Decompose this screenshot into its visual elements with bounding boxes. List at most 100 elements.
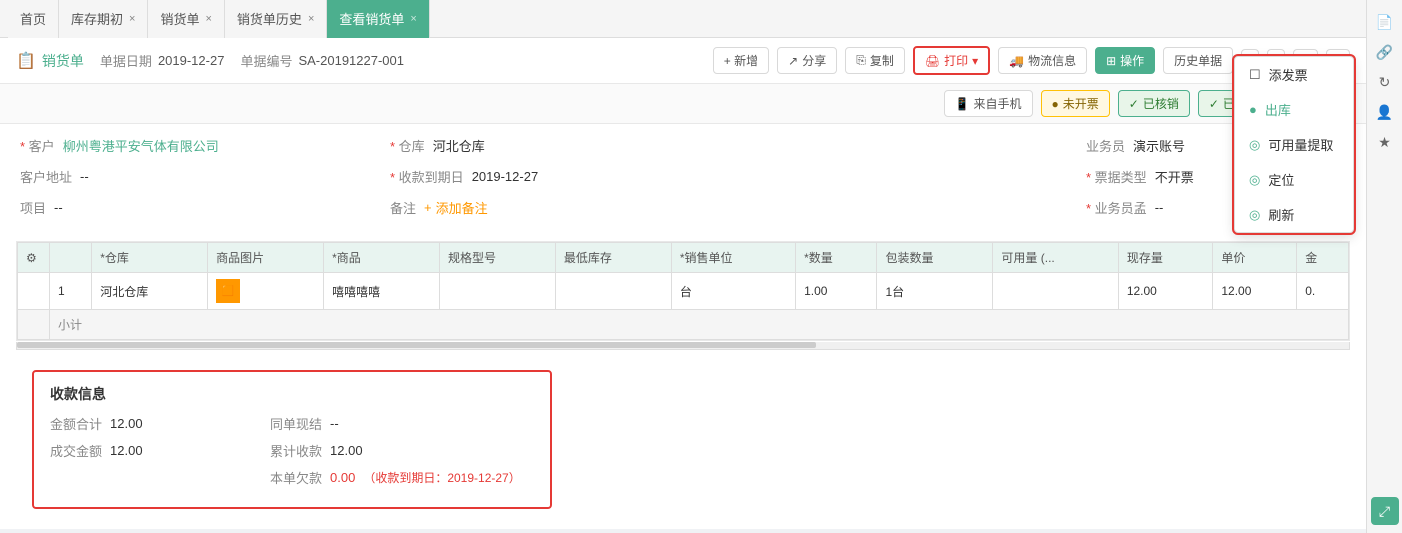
employee-value: 演示账号 — [1133, 136, 1185, 155]
th-spec: 规格型号 — [440, 243, 556, 273]
doc-header: 📋 销货单 单据日期 2019-12-27 单据编号 SA-20191227-0… — [0, 38, 1366, 84]
doc-no-label: 单据编号 — [240, 51, 292, 70]
payment-date-label: 收款到期日 — [390, 167, 464, 186]
operations-button[interactable]: ⊞ 操作 — [1095, 47, 1155, 74]
salesperson-value: -- — [1155, 200, 1164, 215]
td-product-img: 🟧 — [208, 273, 324, 310]
menu-outbound[interactable]: ● 出库 — [1235, 92, 1353, 127]
doc-title: 📋 销货单 — [16, 51, 84, 71]
tab-sales-history-close[interactable]: × — [308, 13, 314, 25]
sidebar-link-icon[interactable]: 🔗 — [1371, 38, 1399, 66]
product-image: 🟧 — [216, 279, 240, 303]
locate-label: 定位 — [1268, 170, 1294, 189]
td-subtotal-label: 小计 — [50, 310, 1349, 340]
tab-sales-order-close[interactable]: × — [205, 13, 211, 25]
copy-button[interactable]: ⎘ 复制 — [845, 47, 905, 74]
employee-label: 业务员 — [1086, 136, 1125, 155]
customer-label: 客户 — [20, 136, 55, 155]
summary-row-2: 成交金额 12.00 累计收款 12.00 — [50, 441, 534, 460]
th-unit: *销售单位 — [671, 243, 795, 273]
summary-cumulative-item: 累计收款 12.00 — [270, 441, 450, 460]
menu-add-invoice[interactable]: ☐ 添发票 — [1235, 57, 1353, 92]
subtotal-row: 小计 — [18, 310, 1349, 340]
summary-deal-item: 成交金额 12.00 — [50, 441, 230, 460]
warehouse-group: 仓库 河北仓库 — [390, 136, 650, 155]
sidebar-star-icon[interactable]: ★ — [1371, 128, 1399, 156]
tab-sales-history-label: 销货单历史 — [237, 9, 302, 28]
td-available — [993, 273, 1118, 310]
print-label: 打印 — [944, 52, 968, 69]
th-qty: *数量 — [796, 243, 877, 273]
logistics-button[interactable]: 🚚 物流信息 — [998, 47, 1087, 74]
summary-title: 收款信息 — [50, 384, 534, 404]
add-note-button[interactable]: + 添加备注 — [424, 198, 488, 217]
sidebar-refresh-icon[interactable]: ↻ — [1371, 68, 1399, 96]
tab-inventory-init[interactable]: 库存期初 × — [59, 0, 148, 38]
summary-total-item: 金额合计 12.00 — [50, 414, 230, 433]
logistics-icon: 🚚 — [1009, 54, 1024, 68]
add-button[interactable]: + 新增 — [713, 47, 769, 74]
operations-icon: ⊞ — [1106, 54, 1116, 68]
th-gear[interactable]: ⚙ — [18, 243, 50, 273]
radio-quantity-extract: ◎ — [1249, 137, 1260, 153]
td-gear[interactable] — [18, 273, 50, 310]
verified-button[interactable]: ✓ 已核销 — [1118, 90, 1190, 117]
project-label: 项目 — [20, 198, 46, 217]
tab-inventory-init-close[interactable]: × — [129, 13, 135, 25]
refresh-label: 刷新 — [1268, 205, 1294, 224]
summary-owed-item: 本单欠款 0.00 （收款到期日：2019-12-27） — [270, 468, 521, 487]
th-unit-price: 单价 — [1213, 243, 1297, 273]
menu-quantity-extract[interactable]: ◎ 可用量提取 — [1235, 127, 1353, 162]
doc-date-item: 单据日期 2019-12-27 — [100, 51, 225, 70]
sidebar-person-icon[interactable]: 👤 — [1371, 98, 1399, 126]
radio-refresh: ◎ — [1249, 207, 1260, 223]
note-label: 备注 — [390, 198, 416, 217]
tab-home[interactable]: 首页 — [8, 0, 59, 38]
summary-section: 收款信息 金额合计 12.00 同单现结 -- 成交金额 12.00 — [32, 370, 552, 509]
share-button[interactable]: ↗ 分享 — [777, 47, 837, 74]
tab-check-sales-close[interactable]: × — [410, 13, 416, 25]
th-warehouse: *仓库 — [92, 243, 208, 273]
summary-deal-label: 成交金额 — [50, 441, 102, 460]
summary-cumulative-label: 累计收款 — [270, 441, 322, 460]
payment-date-value: 2019-12-27 — [472, 169, 539, 184]
form-area: 客户 柳州粤港平安气体有限公司 仓库 河北仓库 业务员 演示账号 客户地址 -- — [0, 124, 1366, 241]
tab-bar: 首页 库存期初 × 销货单 × 销货单历史 × 查看销货单 × × — [0, 0, 1402, 38]
not-open-button[interactable]: ● 未开票 — [1041, 90, 1110, 117]
menu-locate[interactable]: ◎ 定位 — [1235, 162, 1353, 197]
menu-refresh[interactable]: ◎ 刷新 — [1235, 197, 1353, 232]
from-mobile-label: 来自手机 — [973, 95, 1021, 112]
summary-same-order-value: -- — [330, 416, 339, 431]
table-scrollbar[interactable] — [16, 342, 1350, 350]
tab-inventory-init-label: 库存期初 — [71, 9, 123, 28]
toolbar-row: 📱 来自手机 ● 未开票 ✓ 已核销 ✓ 已核销 ✓ 已生效 — [0, 84, 1366, 124]
sidebar-document-icon[interactable]: 📄 — [1371, 8, 1399, 36]
td-unit: 台 — [671, 273, 795, 310]
tab-check-sales[interactable]: 查看销货单 × — [327, 0, 429, 38]
operations-dropdown: ☐ 添发票 ● 出库 ◎ 可用量提取 ◎ 定位 ◎ 刷新 — [1234, 56, 1354, 233]
tab-sales-order-label: 销货单 — [160, 9, 199, 28]
sidebar-expand-icon[interactable]: ⤢ — [1371, 497, 1399, 525]
copy-label: 复制 — [870, 52, 894, 69]
td-unit-price: 12.00 — [1213, 273, 1297, 310]
history-button[interactable]: 历史单据 — [1163, 47, 1233, 74]
td-product: 嘻嘻嘻嘻 — [324, 273, 440, 310]
summary-cumulative-value: 12.00 — [330, 443, 363, 458]
salesperson-label: 业务员孟 — [1086, 198, 1147, 217]
logistics-label: 物流信息 — [1028, 52, 1076, 69]
customer-value[interactable]: 柳州粤港平安气体有限公司 — [63, 136, 219, 155]
tab-home-label: 首页 — [20, 9, 46, 28]
td-min-stock — [555, 273, 671, 310]
th-stock: 现存量 — [1118, 243, 1213, 273]
summary-total-value: 12.00 — [110, 416, 143, 431]
print-button[interactable]: 🖨 打印 ▾ — [913, 46, 990, 75]
tab-sales-history[interactable]: 销货单历史 × — [225, 0, 327, 38]
th-available: 可用量 (... — [993, 243, 1118, 273]
from-mobile-button[interactable]: 📱 来自手机 — [944, 90, 1033, 117]
cancelled-icon: ✓ — [1209, 97, 1219, 111]
tab-sales-order[interactable]: 销货单 × — [148, 0, 224, 38]
td-amount: 0. — [1297, 273, 1349, 310]
table-container: ⚙ *仓库 商品图片 *商品 规格型号 最低库存 *销售单位 *数量 包装数量 … — [16, 241, 1350, 341]
history-label: 历史单据 — [1174, 52, 1222, 69]
summary-same-order-item: 同单现结 -- — [270, 414, 450, 433]
